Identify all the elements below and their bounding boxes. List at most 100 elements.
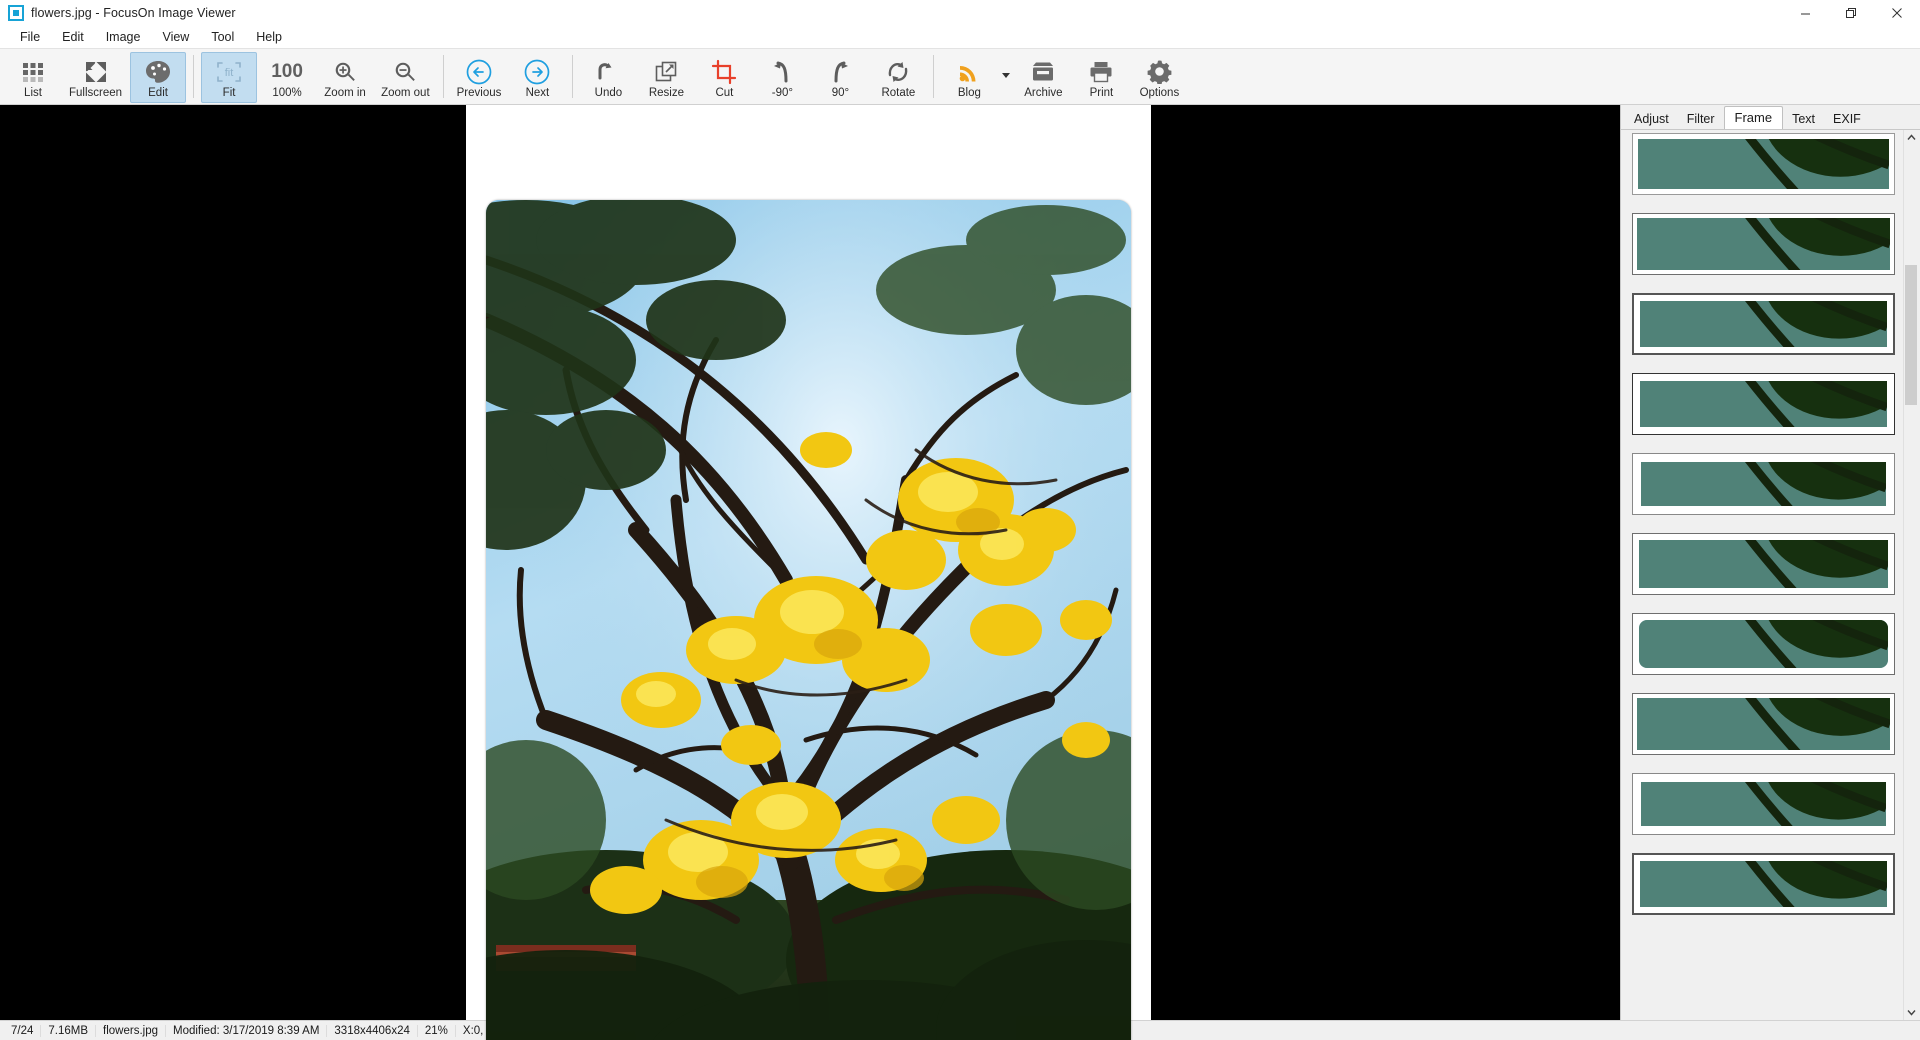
rotate-right-icon xyxy=(828,57,852,86)
frame-preview-4[interactable] xyxy=(1629,370,1898,438)
frame-preview-5[interactable] xyxy=(1629,450,1898,518)
gear-icon xyxy=(1147,57,1172,86)
status-filesize: 7.16MB xyxy=(40,1024,95,1037)
undo-button[interactable]: Undo xyxy=(580,52,636,103)
image-viewport[interactable] xyxy=(0,105,1620,1040)
right-side-panel: Adjust Filter Frame Text EXIF xyxy=(1620,105,1920,1020)
undo-icon xyxy=(595,57,621,86)
tab-filter[interactable]: Filter xyxy=(1678,109,1724,130)
toolbar-separator-4 xyxy=(933,55,935,98)
blog-button[interactable]: Blog xyxy=(941,52,997,103)
resize-button-label: Resize xyxy=(648,87,684,99)
scrollbar-thumb[interactable] xyxy=(1905,265,1917,405)
displayed-image[interactable] xyxy=(486,200,1131,1040)
tab-exif[interactable]: EXIF xyxy=(1824,109,1870,130)
status-filename: flowers.jpg xyxy=(95,1024,165,1037)
menu-file[interactable]: File xyxy=(9,28,51,47)
toolbar-separator-3 xyxy=(572,55,574,98)
frame-preview-2[interactable] xyxy=(1629,210,1898,278)
toolbar-group-nav: Previous Next xyxy=(450,51,567,104)
tab-adjust[interactable]: Adjust xyxy=(1625,109,1678,130)
app-square-icon xyxy=(8,5,24,21)
scrollbar-track[interactable] xyxy=(1904,145,1918,1005)
fit-button[interactable]: fit Fit xyxy=(201,52,258,103)
application-window: flowers.jpg - FocusOn Image Viewer File … xyxy=(0,0,1920,1040)
print-button[interactable]: Print xyxy=(1073,52,1129,103)
image-container xyxy=(486,200,1131,1040)
window-controls xyxy=(1782,0,1920,27)
crop-icon xyxy=(711,57,737,86)
rotate-free-button[interactable]: Rotate xyxy=(870,52,926,103)
zoom-out-icon xyxy=(393,57,417,86)
rotate-left-icon xyxy=(770,57,794,86)
rotate-free-icon xyxy=(885,57,911,86)
fit-button-label: Fit xyxy=(222,87,236,99)
window-title: flowers.jpg - FocusOn Image Viewer xyxy=(31,6,236,20)
frame-preview-3[interactable] xyxy=(1629,290,1898,358)
frame-preview-9[interactable] xyxy=(1629,770,1898,838)
rotate-right-button[interactable]: 90° xyxy=(812,52,868,103)
undo-button-label: Undo xyxy=(594,87,623,99)
frame-preview-1[interactable] xyxy=(1629,130,1898,198)
tab-text[interactable]: Text xyxy=(1783,109,1824,130)
zoom-100-button[interactable]: 100 100% xyxy=(259,52,315,103)
previous-button-label: Previous xyxy=(456,87,502,99)
palette-icon xyxy=(144,57,172,86)
zoom-100-value: 100 xyxy=(271,61,303,82)
cut-button[interactable]: Cut xyxy=(696,52,752,103)
zoom-in-button[interactable]: Zoom in xyxy=(317,52,373,103)
toolbar-group-edit: Undo Resize Cut -90° 90° Rotate xyxy=(579,51,927,104)
options-button[interactable]: Options xyxy=(1131,52,1187,103)
rotate-free-button-label: Rotate xyxy=(881,87,916,99)
frame-preview-7[interactable] xyxy=(1629,610,1898,678)
frame-list[interactable] xyxy=(1621,129,1920,1020)
resize-icon xyxy=(654,57,678,86)
menu-image[interactable]: Image xyxy=(95,28,152,47)
zoom-in-icon xyxy=(333,57,357,86)
zoom-100-button-label: 100% xyxy=(272,87,302,99)
photo-artwork xyxy=(486,200,1131,1040)
tab-frame[interactable]: Frame xyxy=(1723,106,1784,129)
edit-button[interactable]: Edit xyxy=(130,52,187,103)
minimize-icon[interactable] xyxy=(1782,0,1828,27)
menu-bar: File Edit Image View Tool Help xyxy=(0,27,1920,49)
cut-button-label: Cut xyxy=(715,87,734,99)
fullscreen-button[interactable]: Fullscreen xyxy=(63,52,128,103)
previous-button[interactable]: Previous xyxy=(451,52,508,103)
list-button[interactable]: List xyxy=(5,52,61,103)
blog-dropdown-button[interactable] xyxy=(998,51,1014,104)
toolbar-separator-2 xyxy=(442,55,444,98)
edit-button-label: Edit xyxy=(148,87,168,99)
menu-view[interactable]: View xyxy=(151,28,200,47)
close-icon[interactable] xyxy=(1874,0,1920,27)
options-button-label: Options xyxy=(1139,87,1180,99)
scroll-down-arrow[interactable] xyxy=(1904,1005,1918,1020)
archive-icon xyxy=(1030,57,1056,86)
menu-help[interactable]: Help xyxy=(245,28,293,47)
frame-preview-10[interactable] xyxy=(1629,850,1898,918)
arrow-left-circle-icon xyxy=(465,57,493,86)
next-button[interactable]: Next xyxy=(509,52,565,103)
toolbar-group-zoom: fit Fit 100 100% Zoom in Zoom out xyxy=(200,51,437,104)
menu-edit[interactable]: Edit xyxy=(51,28,95,47)
toolbar-group-view: List Fullscreen Edit xyxy=(4,51,187,104)
frame-list-scrollbar[interactable] xyxy=(1903,130,1918,1020)
rotate-left-button-label: -90° xyxy=(771,87,793,99)
frame-preview-6[interactable] xyxy=(1629,530,1898,598)
archive-button-label: Archive xyxy=(1024,87,1063,99)
restore-icon[interactable] xyxy=(1828,0,1874,27)
toolbar-group-output: Blog Archive Print Options xyxy=(940,51,1188,104)
printer-icon xyxy=(1088,57,1114,86)
scroll-up-arrow[interactable] xyxy=(1904,130,1918,145)
fullscreen-button-label: Fullscreen xyxy=(69,87,123,99)
zoom-out-button[interactable]: Zoom out xyxy=(375,52,436,103)
svg-text:fit: fit xyxy=(225,67,234,79)
frame-preview-8[interactable] xyxy=(1629,690,1898,758)
menu-tool[interactable]: Tool xyxy=(200,28,245,47)
archive-button[interactable]: Archive xyxy=(1015,52,1071,103)
title-bar: flowers.jpg - FocusOn Image Viewer xyxy=(0,0,1920,27)
resize-button[interactable]: Resize xyxy=(638,52,694,103)
rotate-right-button-label: 90° xyxy=(831,87,850,99)
status-dimensions: 3318x4406x24 xyxy=(326,1024,416,1037)
rotate-left-button[interactable]: -90° xyxy=(754,52,810,103)
